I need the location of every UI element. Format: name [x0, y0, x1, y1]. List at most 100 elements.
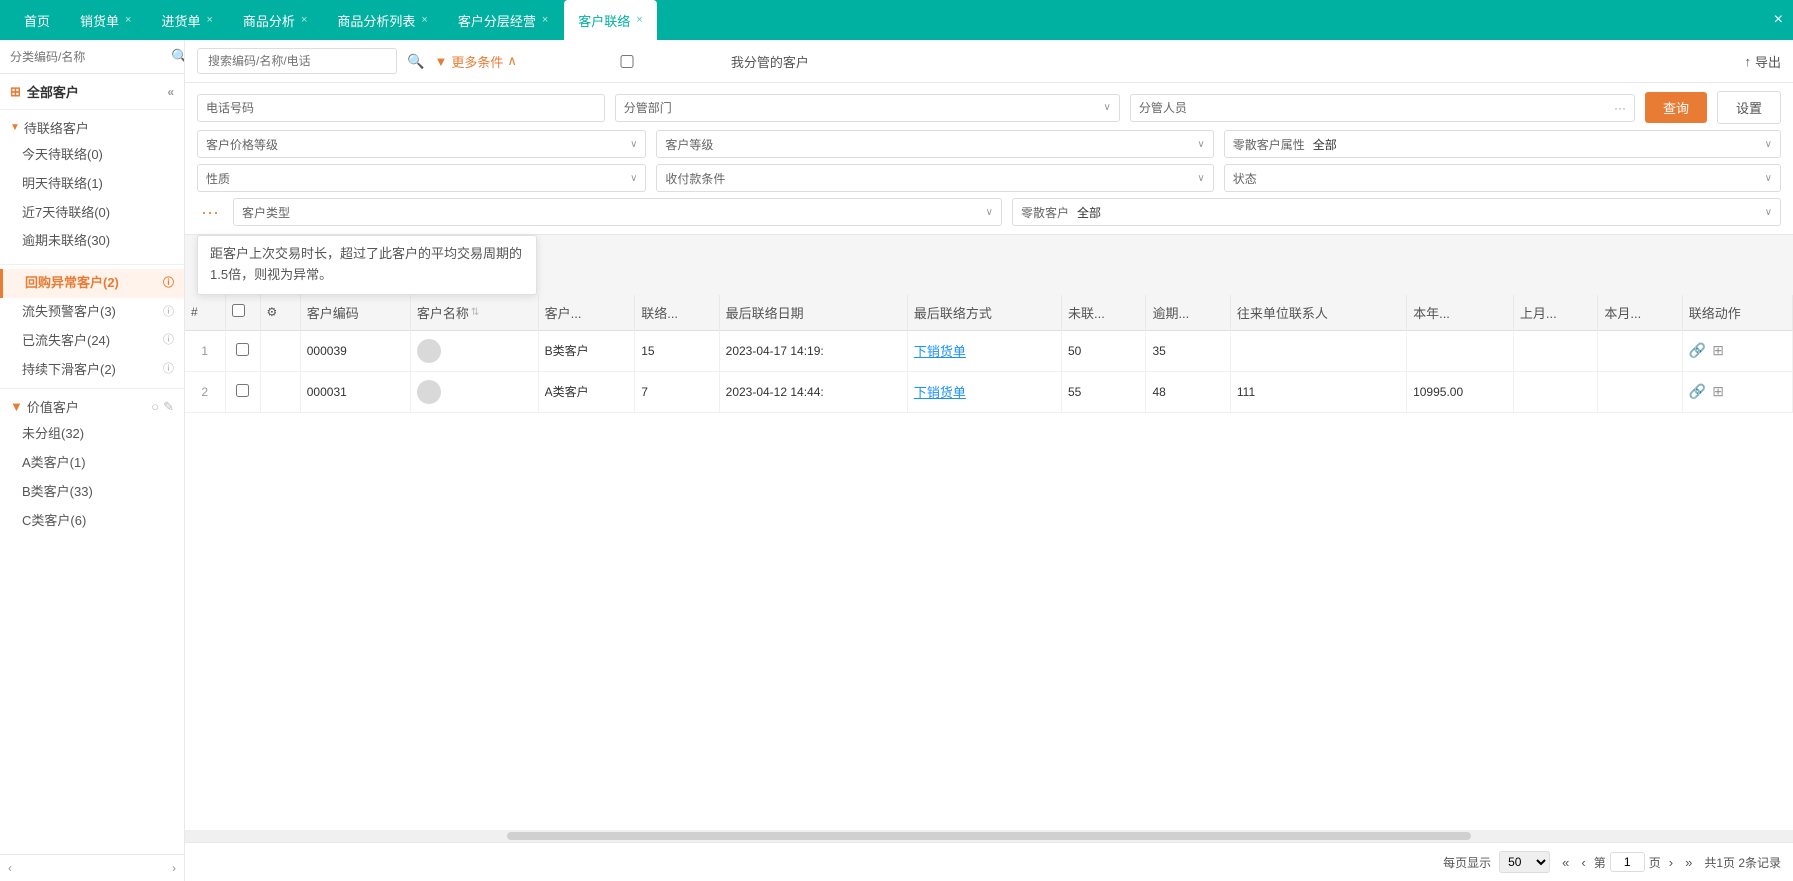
pagination-bar: 每页显示 50 100 200 « ‹ 第 页 › » 共1页 2条记录: [185, 842, 1793, 881]
action-grid-icon[interactable]: ⊞: [1712, 383, 1724, 400]
customer-level-filter[interactable]: 客户等级 ∨: [656, 130, 1213, 158]
col-last-month[interactable]: 上月...: [1513, 295, 1597, 331]
sidebar-a-class[interactable]: A类客户(1): [0, 449, 184, 478]
col-settings[interactable]: ⚙: [260, 295, 300, 331]
col-uncontacted[interactable]: 未联...: [1062, 295, 1146, 331]
col-contact-person[interactable]: 往来单位联系人: [1230, 295, 1406, 331]
scatter-customer-filter[interactable]: 零散客户 全部 ∨: [1012, 198, 1781, 226]
cell-check[interactable]: [225, 330, 260, 371]
info-icon-repurchase[interactable]: ⓘ: [163, 275, 174, 293]
info-icon-lost[interactable]: ⓘ: [163, 332, 174, 350]
action-link-icon[interactable]: 🔗: [1689, 342, 1706, 359]
total-info: 共1页 2条记录: [1704, 854, 1781, 871]
page-input[interactable]: [1610, 852, 1645, 872]
cell-check[interactable]: [225, 371, 260, 412]
info-icon-declining[interactable]: ⓘ: [163, 361, 174, 379]
col-contact-count[interactable]: 联络...: [635, 295, 719, 331]
more-conditions-btn[interactable]: ▼ 更多条件 ∧: [434, 52, 516, 71]
scatter-attr-filter[interactable]: 零散客户属性 全部 ∨: [1224, 130, 1781, 158]
close-all-tabs[interactable]: ×: [1774, 11, 1783, 29]
sidebar-search-icon[interactable]: 🔍: [171, 48, 185, 65]
col-type[interactable]: 客户...: [538, 295, 635, 331]
my-customers-checkbox-area[interactable]: 我分管的客户: [527, 52, 809, 71]
settings-button[interactable]: 设置: [1717, 91, 1781, 124]
close-customer-segmentation[interactable]: ×: [542, 14, 548, 26]
horizontal-scrollbar[interactable]: [185, 830, 1793, 842]
col-last-contact-method[interactable]: 最后联络方式: [907, 295, 1061, 331]
prev-page-btn[interactable]: ‹: [1577, 853, 1589, 872]
nav-product-analysis[interactable]: 商品分析 ×: [229, 0, 321, 40]
manager-filter[interactable]: 分管人员 ···: [1130, 94, 1635, 122]
nav-purchase-order[interactable]: 进货单 ×: [147, 0, 226, 40]
col-check[interactable]: [225, 295, 260, 331]
nav-product-analysis-list[interactable]: 商品分析列表 ×: [323, 0, 441, 40]
col-this-month[interactable]: 本月...: [1598, 295, 1682, 331]
scatter-attr-arrow: ∨: [1765, 139, 1772, 150]
dept-filter[interactable]: 分管部门 ∨: [615, 94, 1120, 122]
nature-filter[interactable]: 性质 ∨: [197, 164, 646, 192]
sidebar-collapse-icon[interactable]: «: [167, 85, 174, 99]
last-page-btn[interactable]: »: [1681, 853, 1696, 872]
circle-icon[interactable]: ○: [151, 399, 159, 415]
payment-filter[interactable]: 收付款条件 ∨: [656, 164, 1213, 192]
status-filter[interactable]: 状态 ∨: [1224, 164, 1781, 192]
nav-sales-order[interactable]: 销货单 ×: [66, 0, 145, 40]
table-area[interactable]: # ⚙ 客户编码 客户名称 ⇅: [185, 295, 1793, 830]
customer-type-filter[interactable]: 客户类型 ∨: [233, 198, 1002, 226]
last-contact-link[interactable]: 下销货单: [914, 385, 966, 400]
first-page-btn[interactable]: «: [1558, 853, 1573, 872]
col-name[interactable]: 客户名称 ⇅: [410, 295, 538, 331]
col-last-contact-date[interactable]: 最后联络日期: [719, 295, 907, 331]
sidebar-overdue-pending[interactable]: 逾期未联络(30): [0, 227, 184, 256]
close-product-analysis-list[interactable]: ×: [421, 14, 427, 26]
sidebar-search-input[interactable]: [10, 50, 165, 64]
select-all-checkbox[interactable]: [232, 304, 245, 317]
sidebar-lost-customers[interactable]: 已流失客户(24) ⓘ: [0, 327, 184, 356]
close-sales-order[interactable]: ×: [125, 14, 131, 26]
cell-last-contact-method[interactable]: 下销货单: [907, 330, 1061, 371]
sidebar-7days-pending[interactable]: 近7天待联络(0): [0, 199, 184, 228]
sidebar-ungrouped[interactable]: 未分组(32): [0, 420, 184, 449]
sidebar-search-area: 🔍: [0, 40, 184, 74]
nav-home[interactable]: 首页: [10, 0, 64, 40]
close-customer-contact[interactable]: ×: [636, 14, 642, 26]
col-this-year[interactable]: 本年...: [1407, 295, 1514, 331]
sidebar-churn-warning[interactable]: 流失预警客户(3) ⓘ: [0, 298, 184, 327]
my-customers-checkbox[interactable]: [527, 55, 727, 68]
info-icon-churn[interactable]: ⓘ: [163, 304, 174, 322]
row-checkbox[interactable]: [236, 343, 249, 356]
sidebar-declining-customers[interactable]: 持续下滑客户(2) ⓘ: [0, 356, 184, 385]
nav-customer-segmentation[interactable]: 客户分层经营 ×: [444, 0, 562, 40]
scroll-track[interactable]: [507, 832, 1472, 840]
sidebar-scroll-right[interactable]: ›: [172, 861, 176, 875]
more-dots-btn[interactable]: ···: [197, 202, 223, 223]
cell-last-contact-method[interactable]: 下销货单: [907, 371, 1061, 412]
value-group-icons[interactable]: ○ ✎: [151, 399, 174, 415]
sidebar-c-class[interactable]: C类客户(6): [0, 507, 184, 536]
sidebar-tomorrow-pending[interactable]: 明天待联络(1): [0, 170, 184, 199]
nav-customer-contact[interactable]: 客户联络 ×: [564, 0, 656, 40]
col-overdue[interactable]: 逾期...: [1146, 295, 1230, 331]
per-page-select[interactable]: 50 100 200: [1499, 851, 1550, 873]
close-purchase-order[interactable]: ×: [206, 14, 212, 26]
close-product-analysis[interactable]: ×: [301, 14, 307, 26]
export-button[interactable]: ↑ 导出: [1744, 52, 1781, 71]
next-page-btn[interactable]: ›: [1665, 853, 1677, 872]
sidebar-today-pending[interactable]: 今天待联络(0): [0, 141, 184, 170]
sidebar-group-pending[interactable]: ▼ 待联络客户: [0, 114, 184, 141]
last-contact-link[interactable]: 下销货单: [914, 344, 966, 359]
search-button-icon[interactable]: 🔍: [407, 53, 424, 70]
sidebar-repurchase-anomaly[interactable]: 回购异常客户(2) ⓘ: [0, 269, 184, 298]
action-link-icon[interactable]: 🔗: [1689, 383, 1706, 400]
sidebar-all-customers[interactable]: ⊞ 全部客户 «: [0, 74, 184, 110]
col-code[interactable]: 客户编码: [300, 295, 410, 331]
action-grid-icon[interactable]: ⊞: [1712, 342, 1724, 359]
edit-icon[interactable]: ✎: [163, 399, 174, 415]
sidebar-scroll-left[interactable]: ‹: [8, 861, 12, 875]
row-checkbox[interactable]: [236, 384, 249, 397]
sidebar-b-class[interactable]: B类客户(33): [0, 478, 184, 507]
search-input[interactable]: [197, 48, 397, 74]
query-button[interactable]: 查询: [1645, 92, 1707, 123]
phone-filter[interactable]: 电话号码: [197, 94, 605, 122]
price-level-filter[interactable]: 客户价格等级 ∨: [197, 130, 646, 158]
